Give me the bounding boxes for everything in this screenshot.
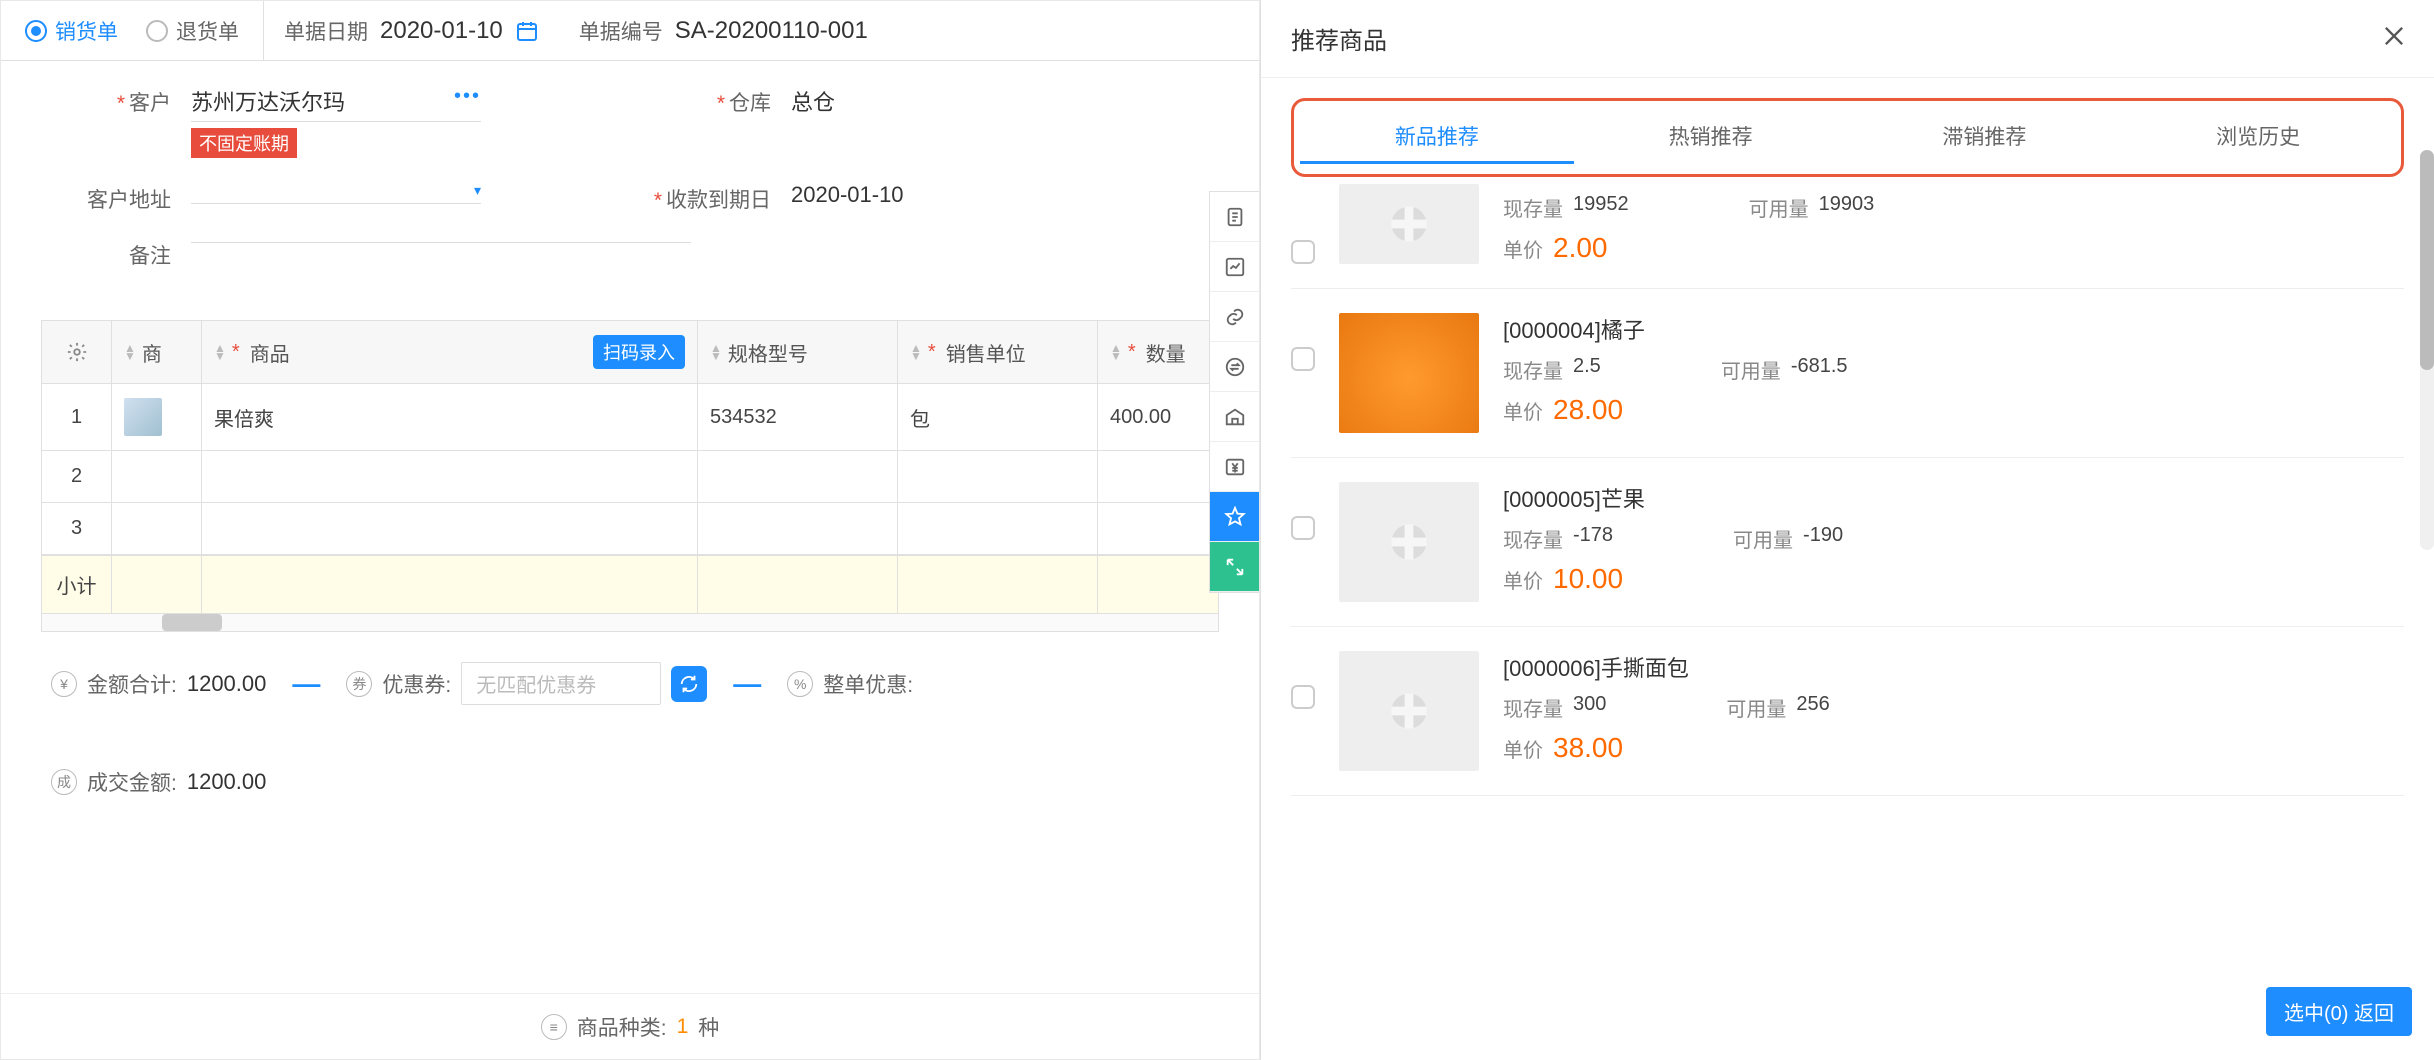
col-unit[interactable]: ▲▼*销售单位 xyxy=(898,321,1098,383)
chevron-down-icon[interactable]: ▾ xyxy=(474,182,481,199)
period-badge: 不固定账期 xyxy=(191,128,297,158)
tab-sales-order[interactable]: 销货单 xyxy=(11,16,132,46)
tab-label: 退货单 xyxy=(176,16,239,46)
doc-date-value[interactable]: 2020-01-10 xyxy=(380,17,503,45)
col-shang[interactable]: ▲▼商 xyxy=(112,321,202,383)
doc-number: 单据编号 SA-20200110-001 xyxy=(559,16,888,46)
address-field: 客户地址 ▾ xyxy=(41,178,481,214)
table-row[interactable]: 2 xyxy=(42,451,1218,503)
table-row[interactable]: 3 xyxy=(42,503,1218,555)
sales-form-pane: 销货单 退货单 单据日期 2020-01-10 单据编号 SA-20200110… xyxy=(0,0,1260,1060)
customer-input[interactable]: 苏州万达沃尔玛 ••• xyxy=(191,81,481,122)
product-item[interactable]: [0000005]芒果 现存量-178 可用量-190 单价10.00 xyxy=(1291,458,2404,627)
form-area: *客户 苏州万达沃尔玛 ••• 不固定账期 *仓库 总仓 客户地 xyxy=(1,61,1259,310)
tool-warehouse-icon[interactable] xyxy=(1210,392,1259,442)
product-item[interactable]: [0000004]橘子 现存量2.5 可用量-681.5 单价28.00 xyxy=(1291,289,2404,458)
top-bar: 销货单 退货单 单据日期 2020-01-10 单据编号 SA-20200110… xyxy=(1,1,1259,61)
product-image xyxy=(1339,313,1479,433)
settings-column[interactable] xyxy=(42,321,112,383)
deal-amount: 成 成交金额: 1200.00 xyxy=(51,767,266,797)
tool-star-icon[interactable] xyxy=(1210,492,1259,542)
horizontal-scrollbar[interactable] xyxy=(42,613,1218,631)
radio-icon xyxy=(146,20,168,42)
discount-icon: % xyxy=(787,671,813,697)
product-image xyxy=(1339,482,1479,602)
side-toolbar xyxy=(1209,191,1259,593)
list-icon: ≡ xyxy=(541,1014,567,1040)
coupon-input[interactable]: 无匹配优惠券 xyxy=(461,662,661,705)
footer-bar: ≡ 商品种类: 1 种 xyxy=(1,993,1259,1059)
panel-header: 推荐商品 xyxy=(1261,0,2434,78)
tool-expand-icon[interactable] xyxy=(1210,542,1259,592)
label: 单据日期 xyxy=(284,16,368,46)
warehouse-field: *仓库 总仓 xyxy=(641,81,1071,122)
sort-icon: ▲▼ xyxy=(214,344,226,360)
tab-label: 销货单 xyxy=(55,16,118,46)
remark-input[interactable] xyxy=(191,234,691,243)
order-type-tabs: 销货单 退货单 xyxy=(1,1,264,60)
sort-icon: ▲▼ xyxy=(910,344,922,360)
deal-icon: 成 xyxy=(51,769,77,795)
tab-slow[interactable]: 滞销推荐 xyxy=(1848,111,2122,164)
warehouse-input[interactable]: 总仓 xyxy=(791,81,1071,122)
amount-total: ¥ 金额合计: 1200.00 xyxy=(51,669,266,699)
refresh-button[interactable] xyxy=(671,666,707,702)
product-thumb xyxy=(124,398,162,436)
product-list: 250ml 现存量19952 可用量19903 单价2.00 [0000004]… xyxy=(1261,177,2434,1060)
checkbox[interactable] xyxy=(1291,347,1315,371)
product-item[interactable]: 250ml 现存量19952 可用量19903 单价2.00 xyxy=(1291,177,2404,289)
scan-button[interactable]: 扫码录入 xyxy=(593,335,685,369)
close-button[interactable] xyxy=(2380,22,2408,56)
coupon-icon: 券 xyxy=(346,671,372,697)
product-item[interactable]: [0000006]手撕面包 现存量300 可用量256 单价38.00 xyxy=(1291,627,2404,796)
whole-discount: % 整单优惠: xyxy=(787,669,913,699)
sort-icon: ▲▼ xyxy=(124,344,136,360)
address-input[interactable]: ▾ xyxy=(191,178,481,204)
checkbox[interactable] xyxy=(1291,240,1315,264)
totals-area: ¥ 金额合计: 1200.00 — 券 优惠券: 无匹配优惠券 — % 整单优惠… xyxy=(1,632,1259,827)
tab-history[interactable]: 浏览历史 xyxy=(2121,111,2395,164)
tool-note-icon[interactable] xyxy=(1210,192,1259,242)
product-image xyxy=(1339,651,1479,771)
tab-hot[interactable]: 热销推荐 xyxy=(1574,111,1848,164)
sort-icon: ▲▼ xyxy=(710,344,722,360)
calendar-icon[interactable] xyxy=(515,19,539,43)
radio-icon xyxy=(25,20,47,42)
label: 单据编号 xyxy=(579,16,663,46)
tool-chart-icon[interactable] xyxy=(1210,242,1259,292)
col-spec[interactable]: ▲▼规格型号 xyxy=(698,321,898,383)
minus-icon: — xyxy=(292,668,320,700)
gear-icon xyxy=(66,341,88,363)
customer-field: *客户 苏州万达沃尔玛 ••• 不固定账期 xyxy=(41,81,481,158)
currency-icon: ¥ xyxy=(51,671,77,697)
tool-swap-icon[interactable] xyxy=(1210,342,1259,392)
due-date-input[interactable]: 2020-01-10 xyxy=(791,178,1071,213)
doc-number-value: SA-20200110-001 xyxy=(675,17,868,45)
tab-return-order[interactable]: 退货单 xyxy=(132,16,253,46)
col-product[interactable]: ▲▼*商品扫码录入 xyxy=(202,321,698,383)
coupon-field: 券 优惠券: 无匹配优惠券 xyxy=(346,662,707,705)
recommend-panel: 推荐商品 新品推荐 热销推荐 滞销推荐 浏览历史 250ml 现存量19952 … xyxy=(1260,0,2434,1060)
product-image xyxy=(1339,184,1479,264)
tab-new[interactable]: 新品推荐 xyxy=(1300,111,1574,164)
tool-currency-icon[interactable] xyxy=(1210,442,1259,492)
line-items-table: ▲▼商 ▲▼*商品扫码录入 ▲▼规格型号 ▲▼*销售单位 ▲▼*数量 1 果倍爽… xyxy=(41,320,1219,632)
doc-date: 单据日期 2020-01-10 xyxy=(264,16,559,46)
sort-icon: ▲▼ xyxy=(1110,344,1122,360)
checkbox[interactable] xyxy=(1291,516,1315,540)
table-row[interactable]: 1 果倍爽 534532 包 400.00 xyxy=(42,384,1218,451)
col-qty[interactable]: ▲▼*数量 xyxy=(1098,321,1218,383)
table-header: ▲▼商 ▲▼*商品扫码录入 ▲▼规格型号 ▲▼*销售单位 ▲▼*数量 xyxy=(42,321,1218,384)
due-date-field: *收款到期日 2020-01-10 xyxy=(641,178,1071,214)
table-subtotal: 小计 xyxy=(42,555,1218,613)
checkbox[interactable] xyxy=(1291,685,1315,709)
vertical-scrollbar[interactable] xyxy=(2420,150,2434,550)
lookup-icon[interactable]: ••• xyxy=(454,85,481,108)
recommend-tabs: 新品推荐 热销推荐 滞销推荐 浏览历史 xyxy=(1291,98,2404,177)
minus-icon: — xyxy=(733,668,761,700)
panel-title: 推荐商品 xyxy=(1291,21,1387,56)
remark-field: 备注 xyxy=(41,234,691,270)
select-return-button[interactable]: 选中(0) 返回 xyxy=(2266,987,2412,1036)
tool-link-icon[interactable] xyxy=(1210,292,1259,342)
